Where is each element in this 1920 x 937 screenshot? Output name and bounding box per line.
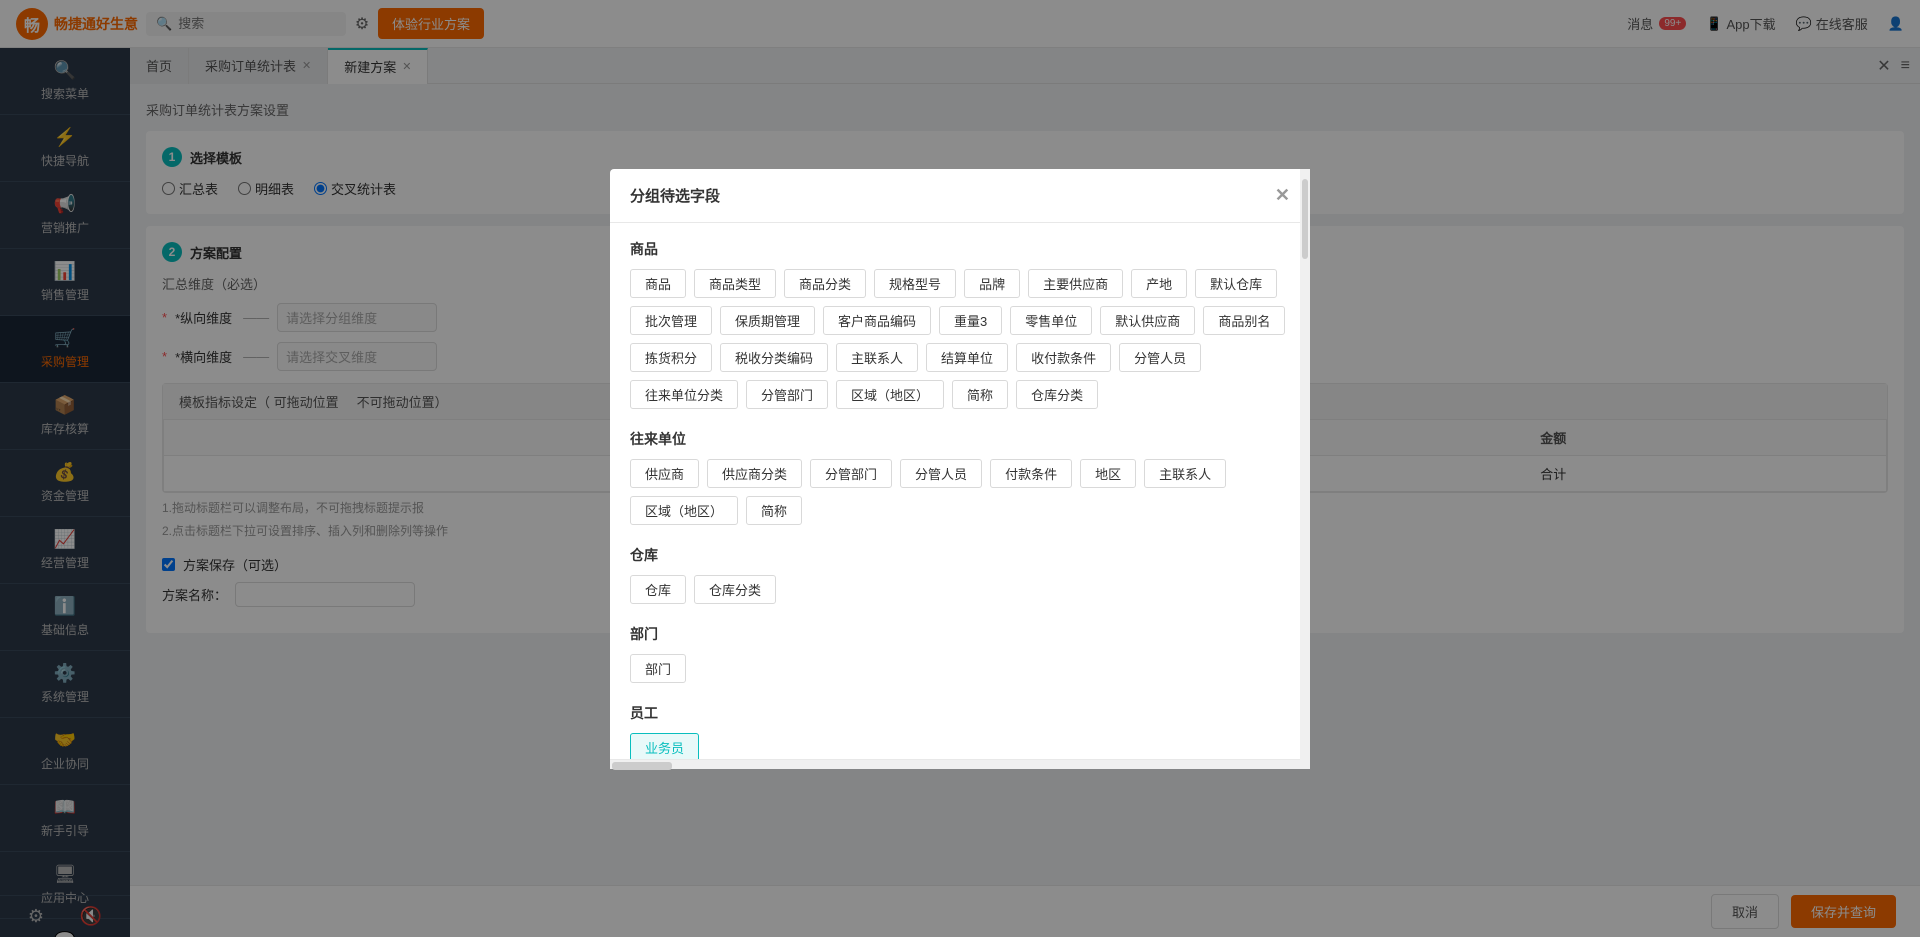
section-employee-fields: 业务员 — [630, 733, 1290, 760]
section-warehouse-fields: 仓库 仓库分类 — [630, 575, 1290, 604]
field-tag[interactable]: 仓库分类 — [694, 575, 776, 604]
field-tag[interactable]: 区域（地区） — [630, 496, 738, 525]
field-tag[interactable]: 保质期管理 — [720, 306, 815, 335]
field-tag[interactable]: 品牌 — [964, 269, 1020, 298]
field-tag[interactable]: 仓库分类 — [1016, 380, 1098, 409]
section-warehouse-title: 仓库 — [630, 545, 1290, 565]
field-tag[interactable]: 客户商品编码 — [823, 306, 931, 335]
section-counterparty-title: 往来单位 — [630, 429, 1290, 449]
modal-title: 分组待选字段 — [630, 185, 720, 206]
section-employee: 员工 业务员 — [630, 703, 1290, 760]
field-tag[interactable]: 零售单位 — [1010, 306, 1092, 335]
field-tag[interactable]: 主联系人 — [836, 343, 918, 372]
field-tag[interactable]: 商品分类 — [784, 269, 866, 298]
section-employee-title: 员工 — [630, 703, 1290, 723]
field-tag[interactable]: 供应商 — [630, 459, 699, 488]
field-tag[interactable]: 供应商分类 — [707, 459, 802, 488]
field-tag-salesperson[interactable]: 业务员 — [630, 733, 699, 760]
field-tag[interactable]: 简称 — [952, 380, 1008, 409]
field-tag[interactable]: 分管部门 — [810, 459, 892, 488]
field-tag[interactable]: 拣货积分 — [630, 343, 712, 372]
modal-close-button[interactable]: ✕ — [1275, 185, 1290, 206]
field-tag[interactable]: 产地 — [1131, 269, 1187, 298]
field-tag[interactable]: 简称 — [746, 496, 802, 525]
modal-header: 分组待选字段 ✕ — [610, 169, 1310, 223]
section-department-fields: 部门 — [630, 654, 1290, 683]
modal-hscrollbar[interactable] — [610, 759, 1310, 768]
modal-hscroll-thumb[interactable] — [612, 762, 672, 770]
field-tag[interactable]: 税收分类编码 — [720, 343, 828, 372]
section-counterparty-fields: 供应商 供应商分类 分管部门 分管人员 付款条件 地区 主联系人 区域（地区） … — [630, 459, 1290, 525]
modal-body: 商品 商品 商品类型 商品分类 规格型号 品牌 主要供应商 产地 默认仓库 批次… — [610, 223, 1310, 760]
field-tag[interactable]: 分管人员 — [900, 459, 982, 488]
field-tag[interactable]: 部门 — [630, 654, 686, 683]
modal-vscroll-thumb[interactable] — [1302, 179, 1308, 259]
section-department: 部门 部门 — [630, 624, 1290, 683]
modal-overlay[interactable]: 分组待选字段 ✕ 商品 商品 商品类型 商品分类 规格型号 品牌 主要供应商 产… — [0, 0, 1920, 937]
section-counterparty: 往来单位 供应商 供应商分类 分管部门 分管人员 付款条件 地区 主联系人 区域… — [630, 429, 1290, 525]
section-goods: 商品 商品 商品类型 商品分类 规格型号 品牌 主要供应商 产地 默认仓库 批次… — [630, 239, 1290, 409]
section-department-title: 部门 — [630, 624, 1290, 644]
field-tag[interactable]: 商品 — [630, 269, 686, 298]
field-tag[interactable]: 分管人员 — [1119, 343, 1201, 372]
section-warehouse: 仓库 仓库 仓库分类 — [630, 545, 1290, 604]
field-tag[interactable]: 重量3 — [939, 306, 1002, 335]
field-tag[interactable]: 默认仓库 — [1195, 269, 1277, 298]
section-goods-title: 商品 — [630, 239, 1290, 259]
modal-vscrollbar[interactable] — [1300, 169, 1310, 769]
modal-dialog: 分组待选字段 ✕ 商品 商品 商品类型 商品分类 规格型号 品牌 主要供应商 产… — [610, 169, 1310, 769]
field-tag[interactable]: 仓库 — [630, 575, 686, 604]
field-tag[interactable]: 区域（地区） — [836, 380, 944, 409]
field-tag[interactable]: 商品别名 — [1203, 306, 1285, 335]
field-tag[interactable]: 地区 — [1080, 459, 1136, 488]
field-tag[interactable]: 规格型号 — [874, 269, 956, 298]
field-tag[interactable]: 分管部门 — [746, 380, 828, 409]
field-tag[interactable]: 主联系人 — [1144, 459, 1226, 488]
field-tag[interactable]: 主要供应商 — [1028, 269, 1123, 298]
field-tag[interactable]: 往来单位分类 — [630, 380, 738, 409]
field-tag[interactable]: 收付款条件 — [1016, 343, 1111, 372]
field-tag[interactable]: 结算单位 — [926, 343, 1008, 372]
field-tag[interactable]: 商品类型 — [694, 269, 776, 298]
field-tag[interactable]: 默认供应商 — [1100, 306, 1195, 335]
field-tag[interactable]: 批次管理 — [630, 306, 712, 335]
field-tag[interactable]: 付款条件 — [990, 459, 1072, 488]
section-goods-fields: 商品 商品类型 商品分类 规格型号 品牌 主要供应商 产地 默认仓库 批次管理 … — [630, 269, 1290, 409]
